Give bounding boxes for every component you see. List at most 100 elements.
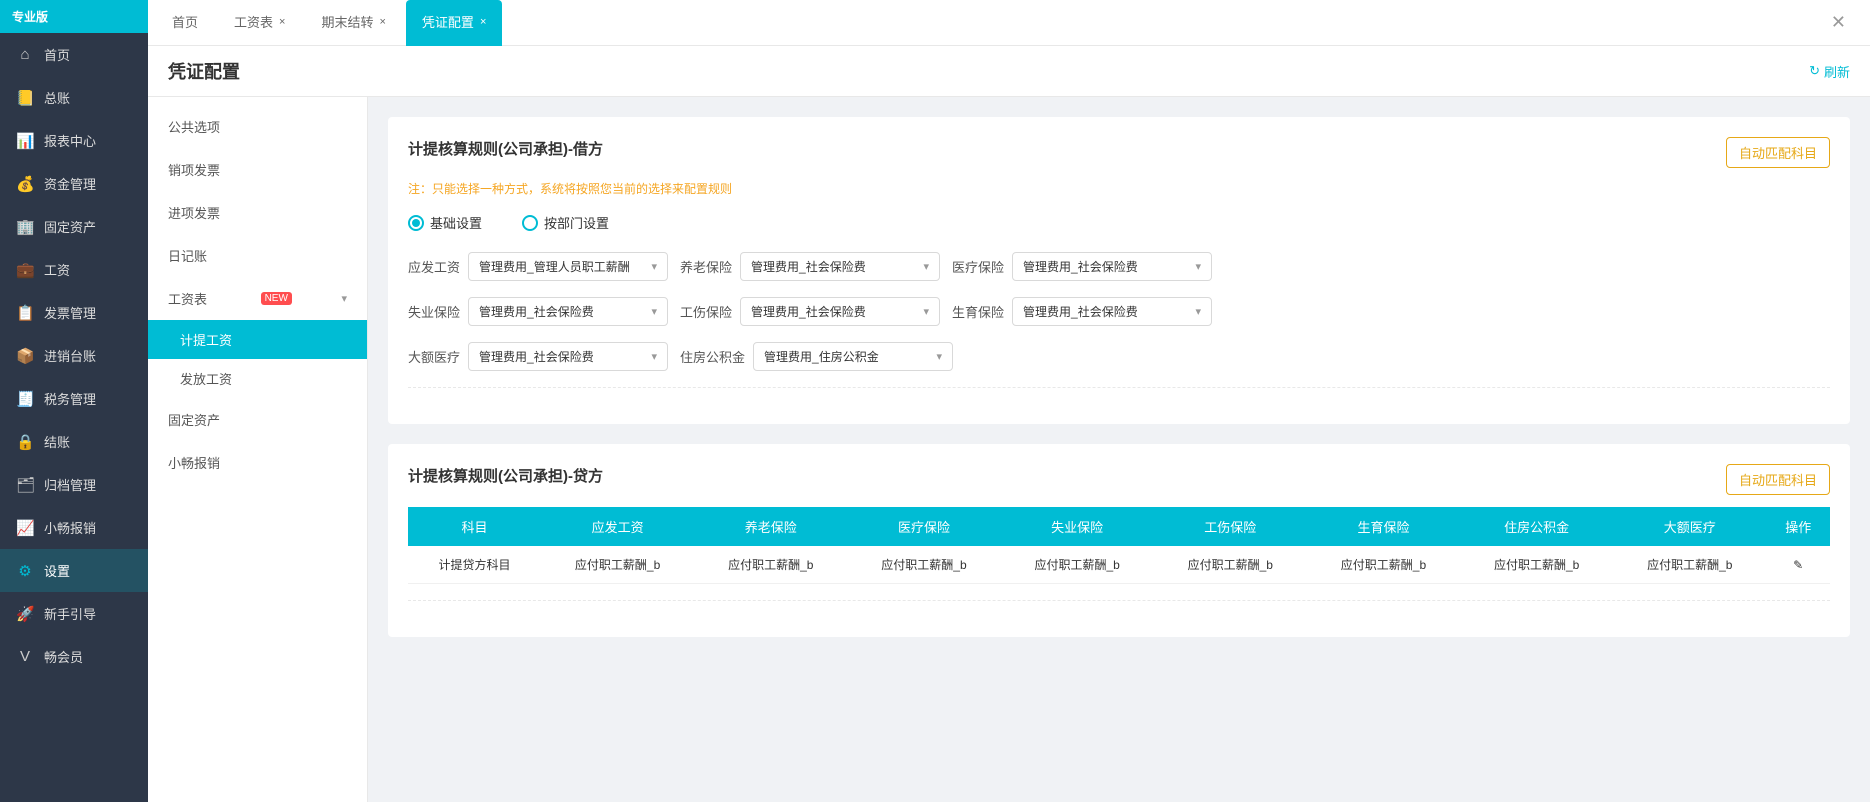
radio-group: 基础设置 按部门设置 (408, 213, 1830, 232)
vip-icon: V (16, 648, 34, 665)
sidebar-item-fixed-assets[interactable]: 🏢 固定资产 (0, 205, 148, 248)
sidebar-item-purchase-sales[interactable]: 📦 进销台账 (0, 334, 148, 377)
sidebar-item-reports[interactable]: 📊 报表中心 (0, 119, 148, 162)
divider-1 (408, 387, 1830, 388)
sidebar-item-vip[interactable]: V 畅会员 (0, 635, 148, 678)
payroll-icon: 💼 (16, 261, 34, 279)
debit-section-header: 计提核算规则(公司承担)-借方 自动匹配科目 (408, 137, 1830, 168)
menu-item-red-invoice[interactable]: 销项发票 (148, 148, 367, 191)
select-yingfa[interactable]: 管理费用_管理人员职工薪酬 ▾ (468, 252, 668, 281)
select-shengyu-text: 管理费用_社会保险费 (1023, 303, 1187, 320)
debit-form-row-2: 失业保险 管理费用_社会保险费 ▾ 工伤保险 管理费用_社会保险费 ▾ (408, 297, 1830, 326)
sidebar-item-general-ledger[interactable]: 📒 总账 (0, 76, 148, 119)
tab-close-period-close[interactable]: × (379, 16, 385, 28)
radio-dept-circle (522, 215, 538, 231)
chevron-down-icon: ▾ (1196, 305, 1202, 318)
sidebar-item-archive[interactable]: 🗂 归档管理 (0, 463, 148, 506)
sidebar-label-general-ledger: 总账 (44, 88, 70, 107)
debit-auto-match-button[interactable]: 自动匹配科目 (1726, 137, 1830, 168)
menu-item-fixed-assets[interactable]: 固定资产 (148, 398, 367, 441)
menu-label-journal: 日记账 (168, 246, 207, 265)
cell-0-5: 应付职工薪酬_b (1154, 546, 1307, 584)
menu-label-public-options: 公共选项 (168, 117, 220, 136)
menu-item-xiaochang-expenses[interactable]: 小畅报销 (148, 441, 367, 484)
sidebar-item-fund[interactable]: 💰 资金管理 (0, 162, 148, 205)
col-header-失业保险: 失业保险 (1001, 507, 1154, 546)
chevron-down-icon: ▾ (937, 350, 943, 363)
field-yanglao: 养老保险 管理费用_社会保险费 ▾ (680, 252, 940, 281)
menu-item-calc-payroll[interactable]: 计提工资 (148, 320, 367, 359)
sidebar-item-close-account[interactable]: 🔒 结账 (0, 420, 148, 463)
tab-period-close[interactable]: 期末结转 × (305, 0, 401, 46)
tab-label-period-close: 期末结转 (321, 12, 373, 31)
refresh-button[interactable]: ↻ 刷新 (1809, 62, 1850, 81)
menu-label-calc-payroll: 计提工资 (180, 333, 232, 348)
menu-item-public-options[interactable]: 公共选项 (148, 105, 367, 148)
sidebar-item-home[interactable]: ⌂ 首页 (0, 33, 148, 76)
tab-bar: 首页 工资表 × 期末结转 × 凭证配置 × ✕ (148, 0, 1870, 46)
select-yanglao[interactable]: 管理费用_社会保险费 ▾ (740, 252, 940, 281)
select-yiliao[interactable]: 管理费用_社会保险费 ▾ (1012, 252, 1212, 281)
content-area: 公共选项销项发票进项发票日记账工资表NEW▾ 计提工资发放工资固定资产小畅报销 计… (148, 97, 1870, 802)
radio-basic-label: 基础设置 (430, 213, 482, 232)
debit-section: 计提核算规则(公司承担)-借方 自动匹配科目 注：只能选择一种方式，系统将按照您… (388, 117, 1850, 424)
select-shengyu[interactable]: 管理费用_社会保险费 ▾ (1012, 297, 1212, 326)
tab-payroll-table[interactable]: 工资表 × (218, 0, 301, 46)
col-header-住房公积金: 住房公积金 (1460, 507, 1613, 546)
tab-close-payroll-table[interactable]: × (279, 16, 285, 28)
select-gongshang[interactable]: 管理费用_社会保险费 ▾ (740, 297, 940, 326)
sidebar-label-archive: 归档管理 (44, 475, 96, 494)
cell-0-1: 应付职工薪酬_b (541, 546, 694, 584)
sidebar-item-tax-mgmt[interactable]: 🧾 税务管理 (0, 377, 148, 420)
radio-basic[interactable]: 基础设置 (408, 213, 482, 232)
radio-dept[interactable]: 按部门设置 (522, 213, 609, 232)
col-header-操作: 操作 (1766, 507, 1830, 546)
invoice-mgmt-icon: 📋 (16, 304, 34, 322)
purchase-sales-icon: 📦 (16, 347, 34, 365)
page-title: 凭证配置 (168, 58, 240, 84)
tab-label-voucher-config: 凭证配置 (422, 12, 474, 31)
select-zhufang[interactable]: 管理费用_住房公积金 ▾ (753, 342, 953, 371)
select-daejiyiliao[interactable]: 管理费用_社会保险费 ▾ (468, 342, 668, 371)
sidebar-label-close-account: 结账 (44, 432, 70, 451)
cell-0-8: 应付职工薪酬_b (1613, 546, 1766, 584)
sidebar-item-settings[interactable]: ⚙ 设置 (0, 549, 148, 592)
sidebar-item-xiaochang-reports[interactable]: 📈 小畅报销 (0, 506, 148, 549)
window-close-button[interactable]: ✕ (1815, 4, 1862, 41)
debit-form-row-3: 大额医疗 管理费用_社会保险费 ▾ 住房公积金 管理费用_住房公积金 ▾ (408, 342, 1830, 371)
sidebar-label-reports: 报表中心 (44, 131, 96, 150)
label-gongshang: 工伤保险 (680, 302, 732, 321)
tab-label-payroll-table: 工资表 (234, 12, 273, 31)
menu-item-issue-payroll[interactable]: 发放工资 (148, 359, 367, 398)
label-daejiyiliao: 大额医疗 (408, 347, 460, 366)
sidebar-item-payroll[interactable]: 💼 工资 (0, 248, 148, 291)
chevron-down-icon: ▾ (651, 305, 657, 318)
chevron-down-icon: ▾ (1196, 260, 1202, 273)
sidebar-item-invoice-mgmt[interactable]: 📋 发票管理 (0, 291, 148, 334)
table-row: 计提贷方科目应付职工薪酬_b应付职工薪酬_b应付职工薪酬_b应付职工薪酬_b应付… (408, 546, 1830, 584)
tab-home[interactable]: 首页 (156, 0, 214, 46)
menu-item-input-invoice[interactable]: 进项发票 (148, 191, 367, 234)
col-header-生育保险: 生育保险 (1307, 507, 1460, 546)
sidebar-label-home: 首页 (44, 45, 70, 64)
menu-item-journal[interactable]: 日记账 (148, 234, 367, 277)
tab-close-voucher-config[interactable]: × (480, 16, 486, 28)
select-shiye[interactable]: 管理费用_社会保险费 ▾ (468, 297, 668, 326)
menu-item-payroll-table[interactable]: 工资表NEW▾ (148, 277, 367, 320)
debit-section-title: 计提核算规则(公司承担)-借方 (408, 138, 603, 159)
refresh-icon: ↻ (1809, 63, 1820, 79)
chevron-down-icon: ▾ (924, 305, 930, 318)
tab-voucher-config[interactable]: 凭证配置 × (406, 0, 502, 46)
reports-icon: 📊 (16, 132, 34, 150)
select-yingfa-text: 管理费用_管理人员职工薪酬 (479, 258, 643, 275)
sidebar-label-fund: 资金管理 (44, 174, 96, 193)
chevron-down-icon: ▾ (651, 350, 657, 363)
field-zhufang: 住房公积金 管理费用_住房公积金 ▾ (680, 342, 953, 371)
credit-auto-match-button[interactable]: 自动匹配科目 (1726, 464, 1830, 495)
edit-action-0[interactable]: ✎ (1766, 546, 1830, 584)
credit-section: 计提核算规则(公司承担)-贷方 自动匹配科目 科目应发工资养老保险医疗保险失业保… (388, 444, 1850, 637)
tax-mgmt-icon: 🧾 (16, 390, 34, 408)
col-header-应发工资: 应发工资 (541, 507, 694, 546)
sidebar-item-new-guide[interactable]: 🚀 新手引导 (0, 592, 148, 635)
cell-0-4: 应付职工薪酬_b (1001, 546, 1154, 584)
